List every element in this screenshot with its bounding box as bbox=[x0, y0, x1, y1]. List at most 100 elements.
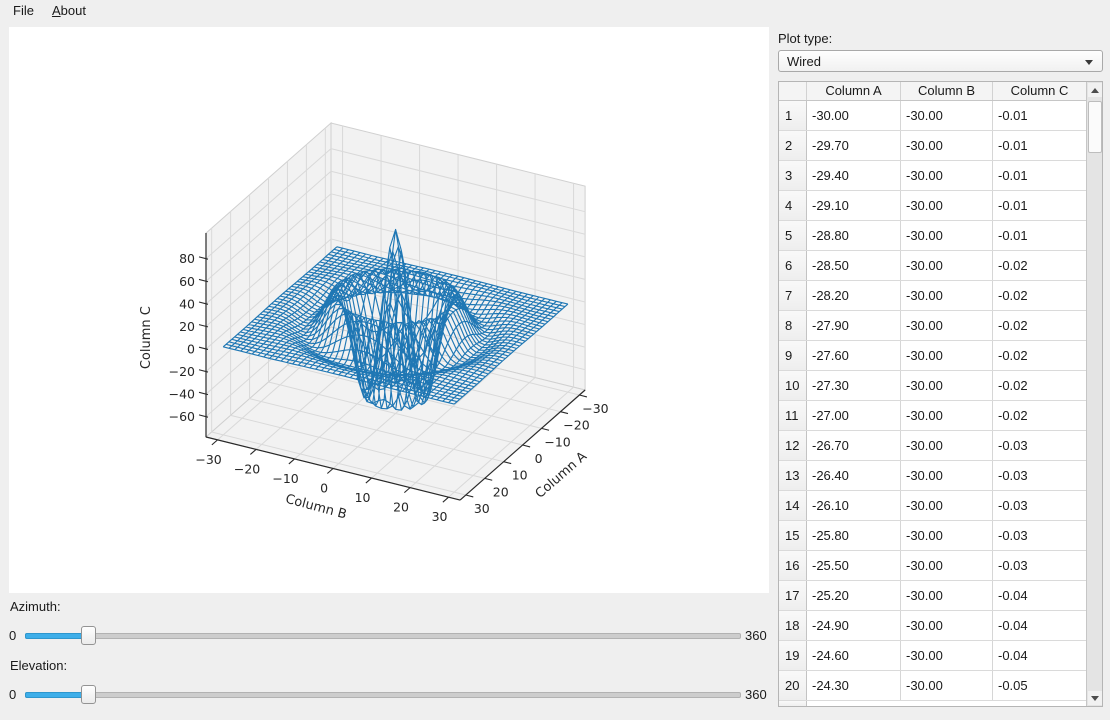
table-cell[interactable]: -0.03 bbox=[993, 521, 1086, 550]
table-cell[interactable]: -0.01 bbox=[993, 221, 1086, 250]
table-cell[interactable]: -26.40 bbox=[807, 461, 901, 490]
row-header[interactable]: 17 bbox=[779, 581, 807, 610]
table-cell[interactable]: -30.00 bbox=[901, 311, 993, 340]
row-header[interactable]: 13 bbox=[779, 461, 807, 490]
plot-canvas[interactable]: −30−20−100102030−30−20−10010203080604020… bbox=[9, 27, 769, 593]
table-cell[interactable]: -0.02 bbox=[993, 401, 1086, 430]
row-header[interactable]: 14 bbox=[779, 491, 807, 520]
table-cell[interactable]: -30.00 bbox=[901, 101, 993, 130]
table-cell[interactable]: -30.00 bbox=[901, 251, 993, 280]
table-cell[interactable]: -0.04 bbox=[993, 641, 1086, 670]
table-cell[interactable]: -30.00 bbox=[901, 191, 993, 220]
table-cell[interactable]: -25.80 bbox=[807, 521, 901, 550]
table-cell[interactable]: -24.90 bbox=[807, 611, 901, 640]
table-cell[interactable]: -30.00 bbox=[901, 401, 993, 430]
table-cell[interactable]: -30.00 bbox=[901, 641, 993, 670]
table-cell[interactable]: -27.90 bbox=[807, 311, 901, 340]
table-cell[interactable]: -0.05 bbox=[993, 671, 1086, 700]
table-cell[interactable]: -0.04 bbox=[993, 581, 1086, 610]
row-header[interactable]: 3 bbox=[779, 161, 807, 190]
table-row: 14-26.10-30.00-0.03 bbox=[779, 491, 1086, 521]
scrollbar-thumb[interactable] bbox=[1088, 101, 1102, 153]
table-cell[interactable]: -30.00 bbox=[901, 461, 993, 490]
row-header[interactable]: 2 bbox=[779, 131, 807, 160]
column-header-b[interactable]: Column B bbox=[901, 82, 993, 100]
azimuth-slider-handle[interactable] bbox=[81, 626, 96, 645]
table-cell[interactable]: -30.00 bbox=[901, 431, 993, 460]
row-header[interactable]: 4 bbox=[779, 191, 807, 220]
table-scrollbar[interactable] bbox=[1086, 82, 1102, 706]
table-cell[interactable]: -30.00 bbox=[901, 161, 993, 190]
table-cell[interactable]: -0.02 bbox=[993, 251, 1086, 280]
row-header[interactable]: 8 bbox=[779, 311, 807, 340]
table-cell[interactable]: -0.02 bbox=[993, 311, 1086, 340]
table-cell[interactable]: -30.00 bbox=[901, 521, 993, 550]
svg-text:0: 0 bbox=[535, 451, 543, 466]
table-cell[interactable]: -0.04 bbox=[993, 611, 1086, 640]
row-header[interactable] bbox=[779, 701, 807, 707]
table-cell[interactable]: -0.03 bbox=[993, 551, 1086, 580]
table-cell[interactable]: -27.00 bbox=[807, 401, 901, 430]
table-cell[interactable]: -30.00 bbox=[807, 101, 901, 130]
table-cell[interactable]: -30.00 bbox=[901, 371, 993, 400]
table-cell[interactable]: -30.00 bbox=[901, 491, 993, 520]
plot-type-combobox[interactable]: Wired bbox=[778, 50, 1103, 72]
table-cell[interactable]: -30.00 bbox=[901, 281, 993, 310]
table-corner-cell[interactable] bbox=[779, 82, 807, 100]
elevation-slider-track[interactable] bbox=[25, 692, 741, 698]
table-cell[interactable]: -0.02 bbox=[993, 371, 1086, 400]
table-cell[interactable]: -0.01 bbox=[993, 161, 1086, 190]
table-cell[interactable]: -28.50 bbox=[807, 251, 901, 280]
table-cell[interactable]: -24.60 bbox=[807, 641, 901, 670]
table-cell[interactable]: -29.70 bbox=[807, 131, 901, 160]
table-cell[interactable]: -0.03 bbox=[993, 491, 1086, 520]
column-header-a[interactable]: Column A bbox=[807, 82, 901, 100]
table-cell[interactable]: -27.60 bbox=[807, 341, 901, 370]
table-cell[interactable]: -25.50 bbox=[807, 551, 901, 580]
row-header[interactable]: 15 bbox=[779, 521, 807, 550]
row-header[interactable]: 6 bbox=[779, 251, 807, 280]
table-cell[interactable]: -0.02 bbox=[993, 281, 1086, 310]
table-cell[interactable]: -0.03 bbox=[993, 461, 1086, 490]
row-header[interactable]: 7 bbox=[779, 281, 807, 310]
table-cell[interactable]: -30.00 bbox=[901, 341, 993, 370]
table-cell[interactable]: -24.30 bbox=[807, 671, 901, 700]
row-header[interactable]: 9 bbox=[779, 341, 807, 370]
table-cell[interactable]: -29.40 bbox=[807, 161, 901, 190]
table-cell[interactable]: -0.01 bbox=[993, 191, 1086, 220]
row-header[interactable]: 10 bbox=[779, 371, 807, 400]
table-cell[interactable]: -28.80 bbox=[807, 221, 901, 250]
table-cell[interactable]: -25.20 bbox=[807, 581, 901, 610]
menu-about[interactable]: About bbox=[43, 1, 95, 20]
table-cell[interactable]: -30.00 bbox=[901, 131, 993, 160]
row-header[interactable]: 12 bbox=[779, 431, 807, 460]
table-cell[interactable]: -30.00 bbox=[901, 671, 993, 700]
column-header-c[interactable]: Column C bbox=[993, 82, 1086, 100]
table-cell[interactable]: -0.01 bbox=[993, 101, 1086, 130]
menu-file[interactable]: File bbox=[4, 1, 43, 20]
scroll-down-button[interactable] bbox=[1088, 691, 1102, 705]
svg-text:−60: −60 bbox=[169, 409, 195, 424]
row-header[interactable]: 16 bbox=[779, 551, 807, 580]
row-header[interactable]: 1 bbox=[779, 101, 807, 130]
elevation-slider-handle[interactable] bbox=[81, 685, 96, 704]
row-header[interactable]: 19 bbox=[779, 641, 807, 670]
table-cell[interactable]: -28.20 bbox=[807, 281, 901, 310]
table-cell[interactable]: -30.00 bbox=[901, 221, 993, 250]
table-cell[interactable]: -30.00 bbox=[901, 551, 993, 580]
table-cell[interactable]: -0.03 bbox=[993, 431, 1086, 460]
table-cell[interactable]: -29.10 bbox=[807, 191, 901, 220]
row-header[interactable]: 18 bbox=[779, 611, 807, 640]
scroll-up-button[interactable] bbox=[1088, 83, 1102, 97]
table-cell[interactable]: -27.30 bbox=[807, 371, 901, 400]
row-header[interactable]: 11 bbox=[779, 401, 807, 430]
row-header[interactable]: 20 bbox=[779, 671, 807, 700]
table-cell[interactable]: -26.10 bbox=[807, 491, 901, 520]
table-cell[interactable]: -30.00 bbox=[901, 581, 993, 610]
row-header[interactable]: 5 bbox=[779, 221, 807, 250]
table-cell[interactable]: -26.70 bbox=[807, 431, 901, 460]
table-cell[interactable]: -0.02 bbox=[993, 341, 1086, 370]
table-cell[interactable]: -30.00 bbox=[901, 611, 993, 640]
azimuth-slider-track[interactable] bbox=[25, 633, 741, 639]
table-cell[interactable]: -0.01 bbox=[993, 131, 1086, 160]
